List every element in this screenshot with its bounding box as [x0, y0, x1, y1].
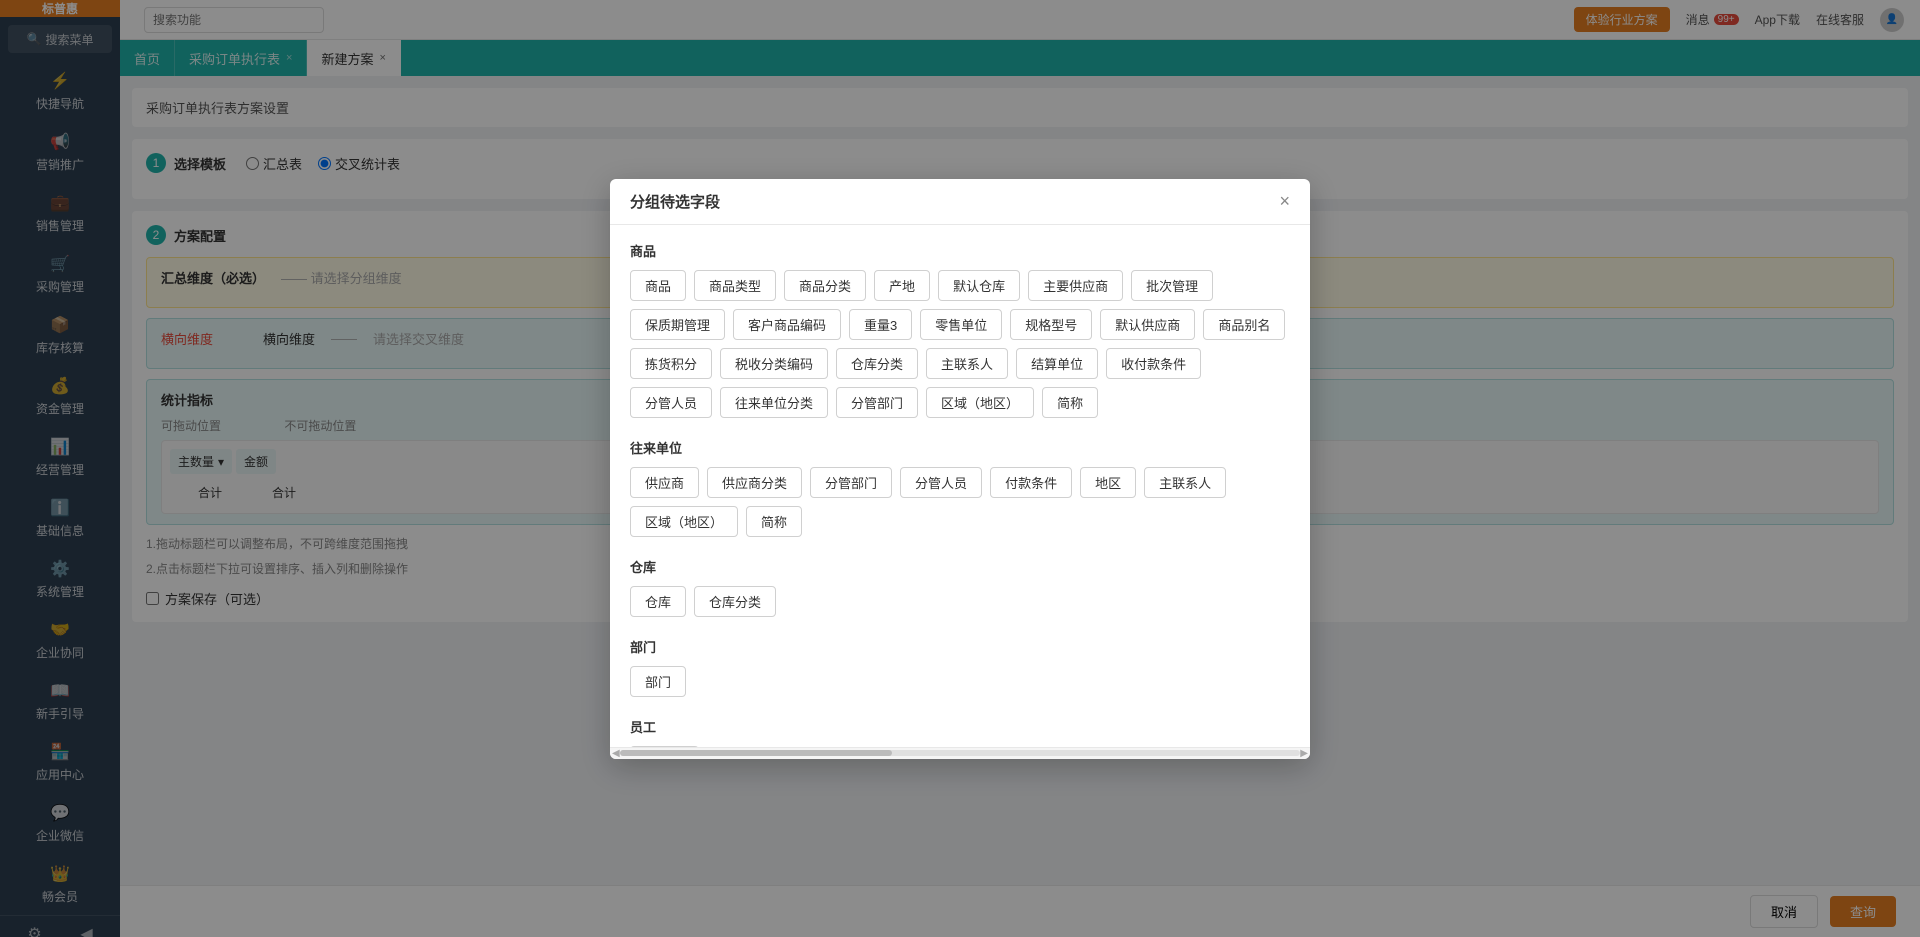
field-category-0: 商品商品商品类型商品分类产地默认仓库主要供应商批次管理保质期管理客户商品编码重量…: [630, 241, 1290, 418]
field-category-title-1: 往来单位: [630, 438, 1290, 457]
field-tag-0-9[interactable]: 重量3: [849, 309, 912, 340]
field-select-modal: 分组待选字段 × 商品商品商品类型商品分类产地默认仓库主要供应商批次管理保质期管…: [610, 179, 1310, 759]
field-tag-0-1[interactable]: 商品类型: [694, 270, 776, 301]
field-category-4: 员工业务员: [630, 717, 1290, 747]
field-tag-0-13[interactable]: 商品别名: [1203, 309, 1285, 340]
hscroll-thumb[interactable]: [620, 750, 892, 756]
field-category-title-2: 仓库: [630, 557, 1290, 576]
modal-close-button[interactable]: ×: [1279, 192, 1290, 210]
field-category-title-0: 商品: [630, 241, 1290, 260]
field-tag-1-5[interactable]: 地区: [1080, 467, 1136, 498]
field-tag-0-22[interactable]: 分管部门: [836, 387, 918, 418]
field-tag-2-1[interactable]: 仓库分类: [694, 586, 776, 617]
field-tag-1-8[interactable]: 简称: [746, 506, 802, 537]
field-category-title-4: 员工: [630, 717, 1290, 736]
field-tags-3: 部门: [630, 666, 1290, 697]
field-tag-1-0[interactable]: 供应商: [630, 467, 699, 498]
field-tags-0: 商品商品类型商品分类产地默认仓库主要供应商批次管理保质期管理客户商品编码重量3 零…: [630, 270, 1290, 418]
field-category-3: 部门部门: [630, 637, 1290, 697]
modal-body: 商品商品商品类型商品分类产地默认仓库主要供应商批次管理保质期管理客户商品编码重量…: [610, 225, 1310, 747]
field-tag-0-5[interactable]: 主要供应商: [1028, 270, 1123, 301]
field-tag-1-4[interactable]: 付款条件: [990, 467, 1072, 498]
field-tag-0-21[interactable]: 往来单位分类: [720, 387, 828, 418]
field-tag-1-7[interactable]: 区域（地区）: [630, 506, 738, 537]
modal-overlay: 分组待选字段 × 商品商品商品类型商品分类产地默认仓库主要供应商批次管理保质期管…: [0, 0, 1920, 937]
field-tag-0-16[interactable]: 仓库分类: [836, 348, 918, 379]
field-tag-0-2[interactable]: 商品分类: [784, 270, 866, 301]
field-tag-0-4[interactable]: 默认仓库: [938, 270, 1020, 301]
modal-header: 分组待选字段 ×: [610, 179, 1310, 225]
field-tag-0-11[interactable]: 规格型号: [1010, 309, 1092, 340]
field-category-title-3: 部门: [630, 637, 1290, 656]
field-tag-0-12[interactable]: 默认供应商: [1100, 309, 1195, 340]
field-tag-0-19[interactable]: 收付款条件: [1106, 348, 1201, 379]
field-tag-0-6[interactable]: 批次管理: [1131, 270, 1213, 301]
field-tag-0-7[interactable]: 保质期管理: [630, 309, 725, 340]
field-tags-1: 供应商供应商分类分管部门分管人员付款条件地区主联系人区域（地区） 简称: [630, 467, 1290, 537]
hscroll-left-arrow[interactable]: ◀: [612, 748, 620, 759]
field-tag-2-0[interactable]: 仓库: [630, 586, 686, 617]
field-tag-0-20[interactable]: 分管人员: [630, 387, 712, 418]
field-tags-2: 仓库仓库分类: [630, 586, 1290, 617]
modal-title: 分组待选字段: [630, 191, 720, 212]
field-tag-1-1[interactable]: 供应商分类: [707, 467, 802, 498]
field-tag-0-23[interactable]: 区域（地区）: [926, 387, 1034, 418]
field-tag-0-18[interactable]: 结算单位: [1016, 348, 1098, 379]
field-tag-0-17[interactable]: 主联系人: [926, 348, 1008, 379]
field-tag-0-24[interactable]: 简称: [1042, 387, 1098, 418]
field-tag-1-2[interactable]: 分管部门: [810, 467, 892, 498]
field-tag-0-15[interactable]: 税收分类编码: [720, 348, 828, 379]
field-category-2: 仓库仓库仓库分类: [630, 557, 1290, 617]
field-category-1: 往来单位供应商供应商分类分管部门分管人员付款条件地区主联系人区域（地区） 简称: [630, 438, 1290, 537]
field-tag-0-14[interactable]: 拣货积分: [630, 348, 712, 379]
field-tag-0-8[interactable]: 客户商品编码: [733, 309, 841, 340]
hscroll-track: [620, 750, 1301, 756]
field-tag-1-3[interactable]: 分管人员: [900, 467, 982, 498]
field-tag-0-0[interactable]: 商品: [630, 270, 686, 301]
modal-horizontal-scrollbar[interactable]: ◀ ▶: [610, 747, 1310, 759]
field-tag-0-3[interactable]: 产地: [874, 270, 930, 301]
field-tag-0-10[interactable]: 零售单位: [920, 309, 1002, 340]
field-tag-3-0[interactable]: 部门: [630, 666, 686, 697]
hscroll-right-arrow[interactable]: ▶: [1300, 748, 1308, 759]
field-tag-1-6[interactable]: 主联系人: [1144, 467, 1226, 498]
